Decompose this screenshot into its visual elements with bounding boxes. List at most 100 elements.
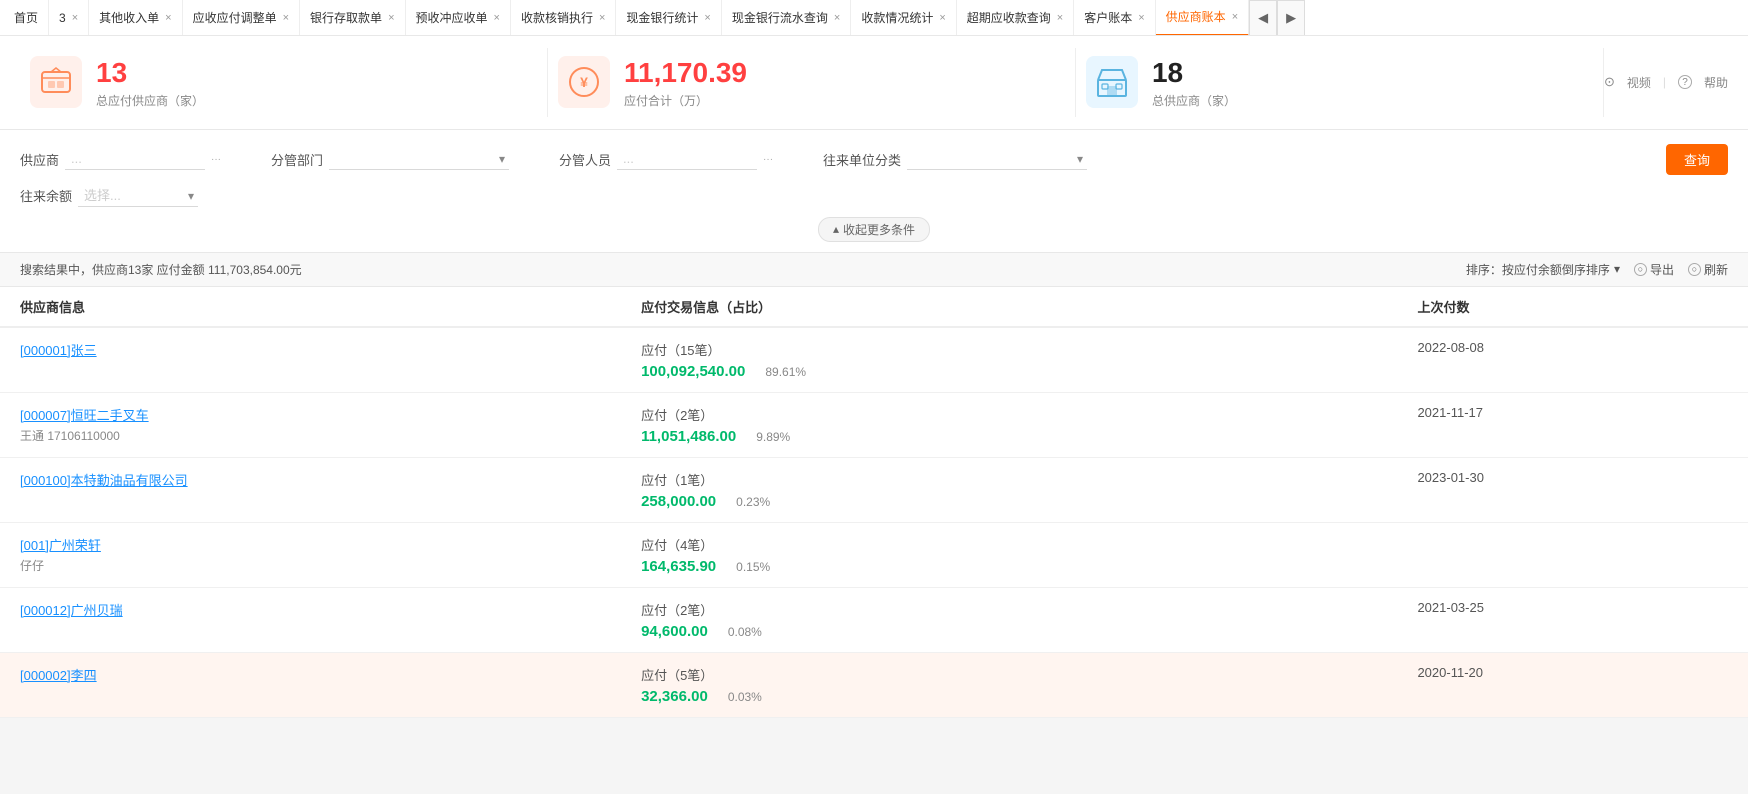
help-link[interactable]: 帮助 — [1704, 74, 1728, 91]
close-icon[interactable]: × — [704, 12, 710, 24]
person-filter-input[interactable] — [617, 148, 757, 170]
supplier-link-3[interactable]: [001]广州荣轩 — [20, 535, 641, 554]
tx-percent-1: 9.89% — [756, 430, 790, 444]
close-icon[interactable]: × — [72, 12, 78, 24]
tx-title-4: 应付（2笔） — [641, 600, 1417, 619]
tx-cell-3: 应付（4笔） 164,635.90 0.15% — [641, 535, 1417, 575]
supplier-cell-3: [001]广州荣轩 仔仔 — [20, 535, 641, 574]
supplier-link-5[interactable]: [000002]李四 — [20, 665, 641, 684]
nav-tab-supplier-ledger[interactable]: 供应商账本 × — [1156, 0, 1249, 36]
nav-tab-customer-ledger[interactable]: 客户账本 × — [1074, 0, 1155, 36]
close-icon[interactable]: × — [599, 12, 605, 24]
dept-select-wrap: ▾ — [329, 148, 509, 170]
nav-tab-home[interactable]: 首页 — [4, 0, 49, 36]
amount-icon: ¥ — [558, 56, 610, 108]
supplier-link-2[interactable]: [000100]本特勤油品有限公司 — [20, 470, 641, 489]
export-icon: ○ — [1634, 263, 1647, 276]
person-filter-label: 分管人员 — [559, 150, 611, 169]
tx-info-5: 应付（5笔） 32,366.00 0.03% — [641, 665, 1417, 705]
filter-person: 分管人员 ··· — [559, 148, 773, 170]
supplier-filter-dots[interactable]: ··· — [211, 154, 221, 165]
svg-text:¥: ¥ — [580, 74, 588, 90]
lastpay-cell-4: 2021-03-25 — [1417, 600, 1728, 615]
supplier-link-1[interactable]: [000007]恒旺二手叉车 — [20, 405, 641, 424]
table-header: 供应商信息 应付交易信息（占比） 上次付数 — [0, 287, 1748, 328]
sort-chevron-icon: ▾ — [1614, 262, 1620, 276]
table-row: [000002]李四 应付（5笔） 32,366.00 0.03% 2020-1… — [0, 653, 1748, 718]
tx-amount-1[interactable]: 11,051,486.00 — [641, 428, 736, 445]
balance-filter-label: 往来余额 — [20, 186, 72, 205]
video-link[interactable]: 视频 — [1627, 74, 1651, 91]
tx-amount-4[interactable]: 94,600.00 — [641, 623, 708, 640]
summary-help-links: ⊙ 视频 | ? 帮助 — [1604, 74, 1728, 91]
close-icon[interactable]: × — [1138, 12, 1144, 24]
close-icon[interactable]: × — [939, 12, 945, 24]
nav-tab-cash-stat-label: 现金银行统计 — [626, 9, 698, 26]
tx-percent-4: 0.08% — [728, 625, 762, 639]
query-button[interactable]: 查询 — [1666, 144, 1728, 175]
col-header-tx: 应付交易信息（占比） — [641, 297, 1417, 316]
tx-title-5: 应付（5笔） — [641, 665, 1417, 684]
lastpay-cell-2: 2023-01-30 — [1417, 470, 1728, 485]
tx-row-4: 94,600.00 0.08% — [641, 623, 1417, 640]
nav-tab-supplier-ledger-label: 供应商账本 — [1166, 8, 1226, 25]
tx-amount-5[interactable]: 32,366.00 — [641, 688, 708, 705]
supplier-filter-input[interactable] — [65, 148, 205, 170]
summary-card-total-suppliers: 18 总供应商（家） — [1076, 48, 1604, 117]
nav-arrow-left[interactable]: ◀ — [1249, 0, 1277, 36]
person-filter-dots[interactable]: ··· — [763, 154, 773, 165]
refresh-button[interactable]: ○ 刷新 — [1688, 261, 1728, 278]
close-icon[interactable]: × — [1057, 12, 1063, 24]
export-button[interactable]: ○ 导出 — [1634, 261, 1674, 278]
help-icon: ? — [1678, 75, 1692, 89]
supplier-link-4[interactable]: [000012]广州贝瑞 — [20, 600, 641, 619]
nav-tab-bank[interactable]: 银行存取款单 × — [300, 0, 405, 36]
nav-arrow-right[interactable]: ▶ — [1277, 0, 1305, 36]
nav-tab-customer-ledger-label: 客户账本 — [1084, 9, 1132, 26]
supplier-link-0[interactable]: [000001]张三 — [20, 340, 641, 359]
close-icon[interactable]: × — [1232, 11, 1238, 23]
category-filter-input[interactable] — [907, 148, 1087, 170]
summary-info-total-suppliers: 18 总供应商（家） — [1152, 56, 1236, 109]
supplier-sub-1: 王通 17106110000 — [20, 427, 641, 444]
collapse-button[interactable]: ▴ 收起更多条件 — [818, 217, 930, 242]
right-arrow-icon: ▶ — [1286, 10, 1296, 26]
total-payable-amount-label: 应付合计（万） — [624, 92, 747, 109]
nav-tab-3[interactable]: 3 × — [49, 0, 89, 36]
nav-tab-ap-adjust[interactable]: 应收应付调整单 × — [183, 0, 300, 36]
nav-tab-other-income[interactable]: 其他收入单 × — [89, 0, 182, 36]
nav-tab-prepay[interactable]: 预收冲应收单 × — [406, 0, 511, 36]
filter-dept: 分管部门 ▾ — [271, 148, 509, 170]
dept-filter-input[interactable] — [329, 148, 509, 170]
nav-tab-cash-flow[interactable]: 现金银行流水查询 × — [722, 0, 851, 36]
tx-info-3: 应付（4笔） 164,635.90 0.15% — [641, 535, 1417, 575]
tx-cell-1: 应付（2笔） 11,051,486.00 9.89% — [641, 405, 1417, 445]
collapse-label: 收起更多条件 — [843, 221, 915, 238]
nav-tab-overdue[interactable]: 超期应收款查询 × — [957, 0, 1074, 36]
tx-info-2: 应付（1笔） 258,000.00 0.23% — [641, 470, 1417, 510]
lastpay-cell-0: 2022-08-08 — [1417, 340, 1728, 355]
summary-info-suppliers: 13 总应付供应商（家） — [96, 56, 204, 109]
close-icon[interactable]: × — [165, 12, 171, 24]
close-icon[interactable]: × — [283, 12, 289, 24]
nav-tab-cash-stat[interactable]: 现金银行统计 × — [616, 0, 721, 36]
sort-control[interactable]: 排序：按应付余额倒序排序 ▾ — [1466, 261, 1620, 278]
main-content: 13 总应付供应商（家） ¥ 11,170.39 应付合计（万） — [0, 36, 1748, 794]
filter-row-2: 往来余额 ▾ — [20, 185, 1728, 207]
supplier-cell-4: [000012]广州贝瑞 — [20, 600, 641, 619]
close-icon[interactable]: × — [834, 12, 840, 24]
tx-amount-0[interactable]: 100,092,540.00 — [641, 363, 745, 380]
close-icon[interactable]: × — [494, 12, 500, 24]
close-icon[interactable]: × — [388, 12, 394, 24]
tx-amount-3[interactable]: 164,635.90 — [641, 558, 716, 575]
balance-select-wrap: ▾ — [78, 185, 198, 207]
tx-title-2: 应付（1笔） — [641, 470, 1417, 489]
nav-tab-other-income-label: 其他收入单 — [99, 9, 159, 26]
nav-tab-payment[interactable]: 收款核销执行 × — [511, 0, 616, 36]
balance-filter-input[interactable] — [78, 185, 198, 207]
video-icon: ⊙ — [1604, 74, 1615, 90]
total-payable-amount: 11,170.39 — [624, 56, 747, 90]
nav-tab-receipt-stat[interactable]: 收款情况统计 × — [851, 0, 956, 36]
left-arrow-icon: ◀ — [1258, 10, 1268, 26]
tx-amount-2[interactable]: 258,000.00 — [641, 493, 716, 510]
